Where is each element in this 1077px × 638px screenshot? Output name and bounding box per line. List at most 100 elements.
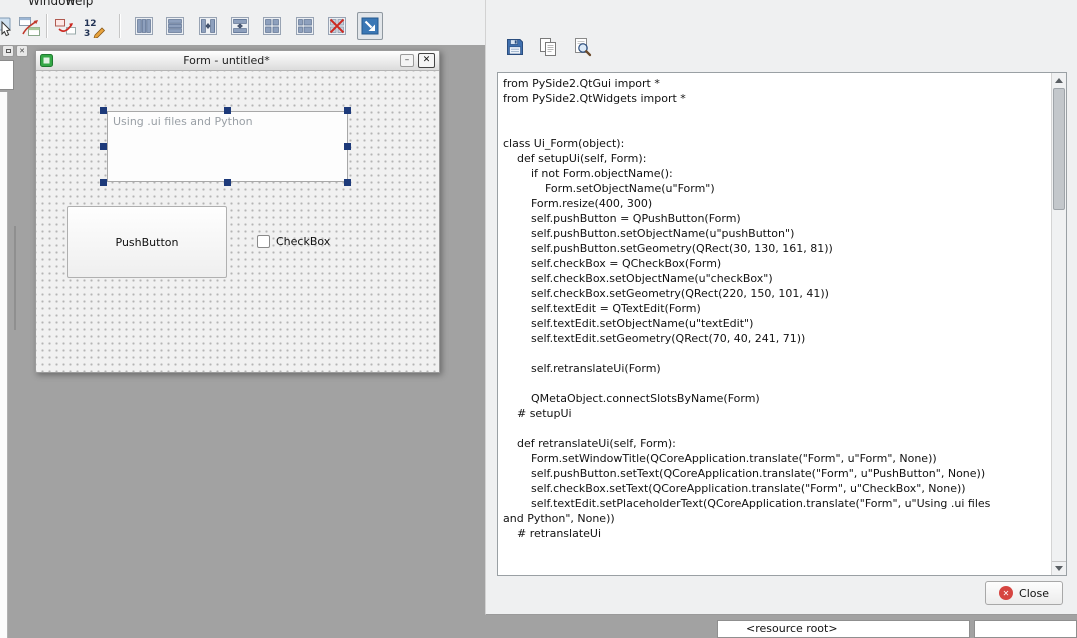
layout-form-glyph (294, 15, 316, 37)
layout-vertical-glyph (164, 15, 186, 37)
code-preview-dialog: from PySide2.QtGui import *from PySide2.… (485, 0, 1077, 615)
layout-splitter-vertical-icon[interactable] (227, 12, 253, 40)
toolbar-separator (46, 14, 48, 38)
code-line (503, 376, 1051, 391)
selection-handle-mid-right[interactable] (344, 143, 351, 150)
edit-widgets-icon[interactable] (0, 12, 16, 40)
code-line: # setupUi (503, 406, 1051, 421)
code-line: def setupUi(self, Form): (503, 151, 1051, 166)
code-line: self.checkBox.setText(QCoreApplication.t… (503, 481, 1051, 496)
copy-glyph (537, 36, 559, 58)
code-line: self.pushButton = QPushButton(Form) (503, 211, 1051, 226)
selection-handle-bottom-center[interactable] (224, 179, 231, 186)
minimize-button[interactable]: – (400, 54, 414, 67)
toolbar-separator (119, 14, 121, 38)
form-editor-window: Form - untitled* – ✕ Using .ui files and… (35, 50, 440, 373)
break-layout-glyph (326, 15, 348, 37)
checkbox-widget[interactable]: CheckBox (257, 231, 330, 251)
checkbox-box-icon[interactable] (257, 235, 270, 248)
triangle-down-glyph (1055, 566, 1063, 571)
scrollbar-thumb[interactable] (1053, 88, 1065, 210)
selection-handle-bottom-right[interactable] (344, 179, 351, 186)
layout-grid-glyph (261, 15, 283, 37)
edit-buddies-icon[interactable] (52, 12, 78, 40)
checkbox-label: CheckBox (276, 235, 330, 248)
application-chrome: Window Help (0, 0, 485, 45)
code-line: self.checkBox = QCheckBox(Form) (503, 256, 1051, 271)
code-vertical-scrollbar[interactable] (1051, 73, 1066, 575)
code-line: self.retranslateUi(Form) (503, 361, 1051, 376)
save-glyph (504, 36, 526, 58)
code-text-area[interactable]: from PySide2.QtGui import *from PySide2.… (497, 72, 1067, 576)
adjust-size-icon[interactable] (357, 12, 383, 40)
resource-tree-panel[interactable]: <resource root> (717, 620, 970, 638)
code-line: if not Form.objectName(): (503, 166, 1051, 181)
layout-form-icon[interactable] (292, 12, 318, 40)
code-line (503, 121, 1051, 136)
scroll-up-icon[interactable] (1052, 73, 1066, 87)
close-button[interactable]: ✕ Close (985, 581, 1063, 605)
layout-splitter-horizontal-icon[interactable] (195, 12, 221, 40)
selection-handle-mid-left[interactable] (100, 143, 107, 150)
selection-handle-top-center[interactable] (224, 107, 231, 114)
widgetbox-filter-input[interactable] (0, 60, 14, 90)
scroll-down-icon[interactable] (1052, 561, 1066, 575)
selection-handle-top-right[interactable] (344, 107, 351, 114)
selection-handle-bottom-left[interactable] (100, 179, 107, 186)
code-line: self.textEdit.setGeometry(QRect(70, 40, … (503, 331, 1051, 346)
layout-horizontal-icon[interactable] (131, 12, 157, 40)
form-canvas[interactable]: Using .ui files and Python PushButton Ch… (36, 71, 439, 372)
code-line: and Python", None)) (503, 511, 1051, 526)
code-line: Form.setObjectName(u"Form") (503, 181, 1051, 196)
close-window-button[interactable]: ✕ (418, 53, 435, 68)
form-window-title: Form - untitled* (57, 54, 396, 67)
code-line (503, 106, 1051, 121)
find-icon[interactable] (569, 34, 595, 60)
menubar: Window Help (0, 0, 485, 9)
code-line: QMetaObject.connectSlotsByName(Form) (503, 391, 1051, 406)
dock-float-icon[interactable] (2, 45, 14, 57)
tab-order-glyph: 12 3 (82, 15, 107, 38)
edit-buddies-glyph (54, 15, 77, 38)
pushbutton-label: PushButton (116, 236, 179, 249)
code-view[interactable]: from PySide2.QtGui import *from PySide2.… (498, 73, 1051, 575)
resource-side-panel[interactable] (974, 620, 1077, 638)
triangle-up-glyph (1055, 78, 1063, 83)
break-layout-icon[interactable] (324, 12, 350, 40)
widgetbox-panel-edge (0, 92, 8, 638)
splitter-horizontal-glyph (197, 15, 219, 37)
pushbutton-widget[interactable]: PushButton (67, 206, 227, 278)
textedit-placeholder: Using .ui files and Python (108, 112, 347, 131)
main-toolbar: 12 3 (0, 9, 485, 45)
code-line: self.textEdit.setObjectName(u"textEdit") (503, 316, 1051, 331)
edit-widgets-glyph (0, 13, 16, 39)
signals-slots-glyph (18, 15, 41, 38)
code-line: self.textEdit.setPlaceholderText(QCoreAp… (503, 496, 1051, 511)
form-window-titlebar[interactable]: Form - untitled* – ✕ (36, 51, 439, 71)
selection-handle-top-left[interactable] (100, 107, 107, 114)
dock-close-icon[interactable]: ✕ (16, 45, 28, 57)
layout-horizontal-glyph (133, 15, 155, 37)
copy-icon[interactable] (535, 34, 561, 60)
close-circle-icon: ✕ (999, 586, 1013, 600)
svg-text:3: 3 (84, 29, 90, 38)
code-line: self.pushButton.setObjectName(u"pushButt… (503, 226, 1051, 241)
dock-close-glyph: ✕ (19, 47, 25, 55)
code-line: def retranslateUi(self, Form): (503, 436, 1051, 451)
code-line: Form.setWindowTitle(QCoreApplication.tra… (503, 451, 1051, 466)
textedit-widget[interactable]: Using .ui files and Python (107, 111, 348, 182)
code-line (503, 421, 1051, 436)
layout-vertical-icon[interactable] (162, 12, 188, 40)
code-line: self.checkBox.setObjectName(u"checkBox") (503, 271, 1051, 286)
layout-grid-icon[interactable] (259, 12, 285, 40)
panel-scrollbar[interactable] (14, 226, 16, 330)
close-button-label: Close (1019, 587, 1049, 600)
edit-tab-order-icon[interactable]: 12 3 (80, 12, 108, 40)
code-line: self.pushButton.setText(QCoreApplication… (503, 466, 1051, 481)
code-line: self.textEdit = QTextEdit(Form) (503, 301, 1051, 316)
menu-help[interactable]: Help (66, 0, 93, 8)
resource-root-item[interactable]: <resource root> (718, 621, 969, 637)
edit-signals-slots-icon[interactable] (16, 12, 42, 40)
save-icon[interactable] (502, 34, 528, 60)
dock-float-glyph (6, 49, 11, 53)
